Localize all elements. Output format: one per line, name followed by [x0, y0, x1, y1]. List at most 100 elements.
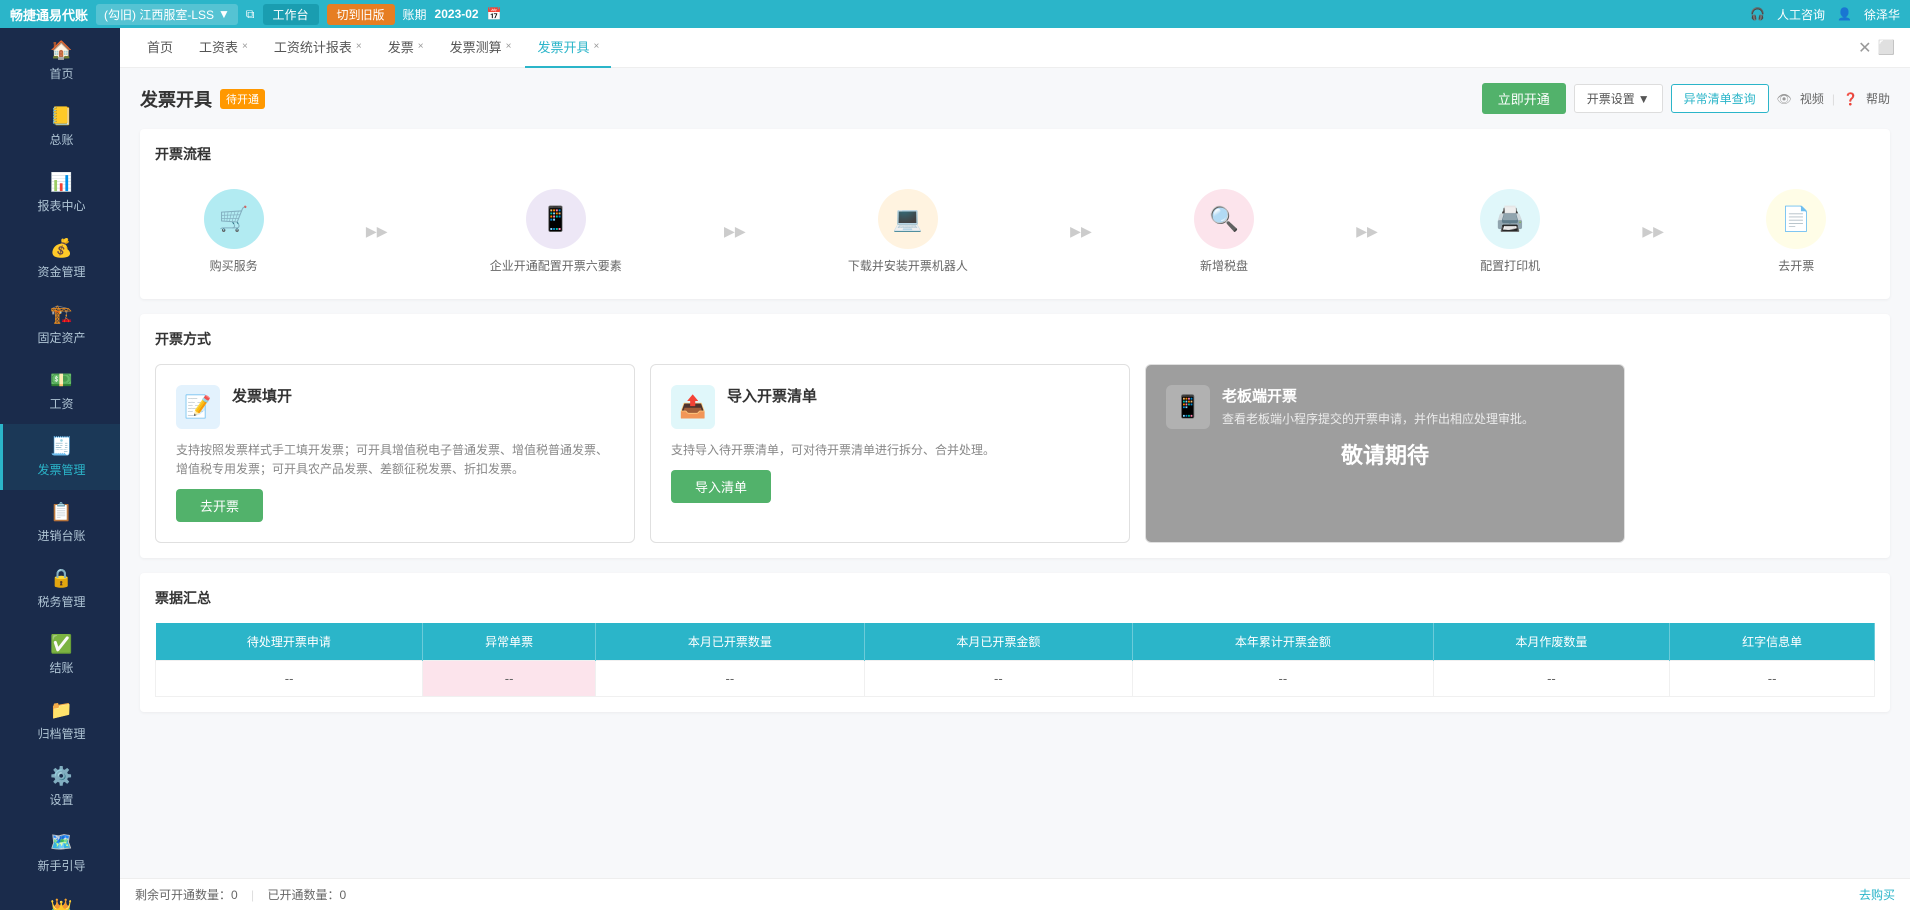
sidebar-item-funds[interactable]: 💰 资金管理 [0, 226, 120, 292]
page-content: 发票开具 待开通 立即开通 开票设置 ▼ 异常清单查询 👁 视频 | ❓ 帮助 [120, 68, 1910, 878]
sidebar-item-settings[interactable]: ⚙️ 设置 [0, 754, 120, 820]
separator: | [251, 888, 254, 902]
customer-service-label[interactable]: 人工咨询 [1777, 6, 1825, 23]
bottom-bar: 剩余可开通数量：0 | 已开通数量：0 去购买 [120, 878, 1910, 910]
flow-step-label-4: 配置打印机 [1480, 257, 1540, 274]
view-count-label[interactable]: 视频 [1800, 90, 1824, 107]
flow-step-icon-3: 🔍 [1194, 189, 1254, 249]
nav-tab-首页[interactable]: 首页 [135, 28, 185, 68]
summary-cell-2: -- [596, 661, 865, 697]
sidebar: 🏠 首页 📒 总账 📊 报表中心 💰 资金管理 🏗️ 固定资产 💵 工资 🧾 发… [0, 28, 120, 910]
abnormal-query-button[interactable]: 异常清单查询 [1671, 84, 1769, 113]
remaining-label: 剩余可开通数量：0 [135, 888, 238, 902]
summary-col-5: 本月作废数量 [1433, 623, 1670, 661]
sidebar-item-tax[interactable]: 🔒 税务管理 [0, 556, 120, 622]
flow-step-4: 🖨️ 配置打印机 [1480, 189, 1540, 274]
flow-step-icon-1: 📱 [526, 189, 586, 249]
sidebar-item-invoice[interactable]: 🧾 发票管理 [0, 424, 120, 490]
method-card-boss: 📱 老板端开票 查看老板端小程序提交的开票申请，并作出相应处理审批。 敬请期待 [1145, 364, 1625, 543]
flow-step-icon-2: 💻 [878, 189, 938, 249]
ledger-label: 总账 [49, 131, 73, 148]
user-avatar: 👤 [1837, 7, 1852, 21]
sidebar-item-reports[interactable]: 📊 报表中心 [0, 160, 120, 226]
calendar-icon[interactable]: 📅 [487, 7, 502, 21]
sidebar-item-payroll[interactable]: 💵 工资 [0, 358, 120, 424]
nav-tab-close-icon[interactable]: × [242, 41, 248, 52]
sidebar-item-purchase[interactable]: 📋 进销台账 [0, 490, 120, 556]
nav-tab-工资统计报表[interactable]: 工资统计报表 × [262, 28, 374, 68]
open-now-button[interactable]: 立即开通 [1482, 83, 1566, 114]
method-btn-import[interactable]: 导入清单 [671, 470, 771, 503]
restore-window-icon[interactable]: ⬜ [1878, 39, 1895, 56]
open-settings-button[interactable]: 开票设置 ▼ [1574, 84, 1663, 113]
nav-tab-label: 发票开具 [537, 37, 589, 56]
divider-1: | [1832, 92, 1835, 106]
period-label: 账期 [403, 6, 427, 23]
sidebar-item-assets[interactable]: 🏗️ 固定资产 [0, 292, 120, 358]
sidebar-item-guide[interactable]: 🗺️ 新手引导 [0, 820, 120, 886]
top-bar-right: 🎧 人工咨询 👤 徐泽华 [1750, 6, 1900, 23]
flow-step-2: 💻 下载并安装开票机器人 [848, 189, 968, 274]
nav-tab-close-icon[interactable]: × [418, 41, 424, 52]
app-logo: 畅捷通易代账 [10, 5, 88, 24]
method-desc-boss: 查看老板端小程序提交的开票申请，并作出相应处理审批。 [1222, 410, 1534, 429]
nav-tab-close-icon[interactable]: × [506, 41, 512, 52]
nav-tab-label: 发票测算 [450, 37, 502, 56]
method-title-boss: 老板端开票 [1222, 385, 1534, 406]
flow-section: 开票流程 🛒 购买服务 ▶▶ 📱 企业开通配置开票六要素 ▶▶ 💻 下载并安装开… [140, 129, 1890, 299]
company-dropdown-icon: ▼ [218, 7, 230, 21]
guide-label: 新手引导 [37, 857, 85, 874]
buy-link[interactable]: 去购买 [1859, 886, 1895, 903]
sidebar-item-archive[interactable]: 📁 归档管理 [0, 688, 120, 754]
page-title: 发票开具 [140, 86, 212, 112]
status-badge: 待开通 [220, 89, 265, 109]
flow-section-title: 开票流程 [155, 144, 1875, 164]
reports-label: 报表中心 [37, 197, 85, 214]
flow-step-5: 📄 去开票 [1766, 189, 1826, 274]
nav-tab-label: 工资统计报表 [274, 37, 352, 56]
summary-col-0: 待处理开票申请 [156, 623, 423, 661]
close-window-icon[interactable]: ✕ [1858, 38, 1871, 58]
method-header-import: 📤 导入开票清单 [671, 385, 1109, 429]
summary-cell-4: -- [1133, 661, 1433, 697]
company-selector[interactable]: (勾旧) 江西服室-LSS ▼ [96, 4, 238, 25]
user-name[interactable]: 徐泽华 [1864, 6, 1900, 23]
settings-icon: ⚙️ [50, 766, 72, 787]
settle-icon: ✅ [50, 634, 72, 655]
copy-icon[interactable]: ⧉ [246, 7, 255, 22]
nav-tab-发票[interactable]: 发票 × [376, 28, 436, 68]
nav-tab-label: 首页 [147, 37, 173, 56]
flow-steps: 🛒 购买服务 ▶▶ 📱 企业开通配置开票六要素 ▶▶ 💻 下载并安装开票机器人 … [155, 179, 1875, 284]
method-btn-manual[interactable]: 去开票 [176, 489, 263, 522]
sidebar-item-home[interactable]: 🏠 首页 [0, 28, 120, 94]
flow-step-icon-4: 🖨️ [1480, 189, 1540, 249]
nav-tab-label: 发票 [388, 37, 414, 56]
nav-tab-close-icon[interactable]: × [593, 41, 599, 52]
sidebar-item-settle[interactable]: ✅ 结账 [0, 622, 120, 688]
help-label[interactable]: 帮助 [1866, 90, 1890, 107]
workspace-button[interactable]: 工作台 [263, 4, 319, 25]
summary-col-1: 异常单票 [423, 623, 596, 661]
summary-table: 待处理开票申请异常单票本月已开票数量本月已开票金额本年累计开票金额本月作废数量红… [155, 623, 1875, 697]
switch-old-button[interactable]: 切到旧版 [327, 4, 395, 25]
nav-tab-close-icon[interactable]: × [356, 41, 362, 52]
flow-step-label-3: 新增税盘 [1200, 257, 1248, 274]
method-info-manual: 发票填开 [232, 385, 292, 410]
summary-cell-5: -- [1433, 661, 1670, 697]
summary-cell-1: -- [423, 661, 596, 697]
flow-step-0: 🛒 购买服务 [204, 189, 264, 274]
sidebar-item-member[interactable]: 👑 畅会员 [0, 886, 120, 910]
invoice-icon: 🧾 [50, 436, 72, 457]
overlay-text-boss: 敬请期待 [1341, 438, 1429, 470]
summary-section: 票据汇总 待处理开票申请异常单票本月已开票数量本月已开票金额本年累计开票金额本月… [140, 573, 1890, 712]
nav-tab-发票测算[interactable]: 发票测算 × [438, 28, 524, 68]
billing-section-title: 开票方式 [155, 329, 1875, 349]
flow-arrow-4: ▶▶ [1642, 223, 1664, 240]
sidebar-item-ledger[interactable]: 📒 总账 [0, 94, 120, 160]
nav-tab-工资表[interactable]: 工资表× [187, 28, 260, 68]
archive-label: 归档管理 [37, 725, 85, 742]
summary-col-2: 本月已开票数量 [596, 623, 865, 661]
archive-icon: 📁 [50, 700, 72, 721]
assets-label: 固定资产 [37, 329, 85, 346]
nav-tab-发票开具[interactable]: 发票开具 × [525, 28, 611, 68]
